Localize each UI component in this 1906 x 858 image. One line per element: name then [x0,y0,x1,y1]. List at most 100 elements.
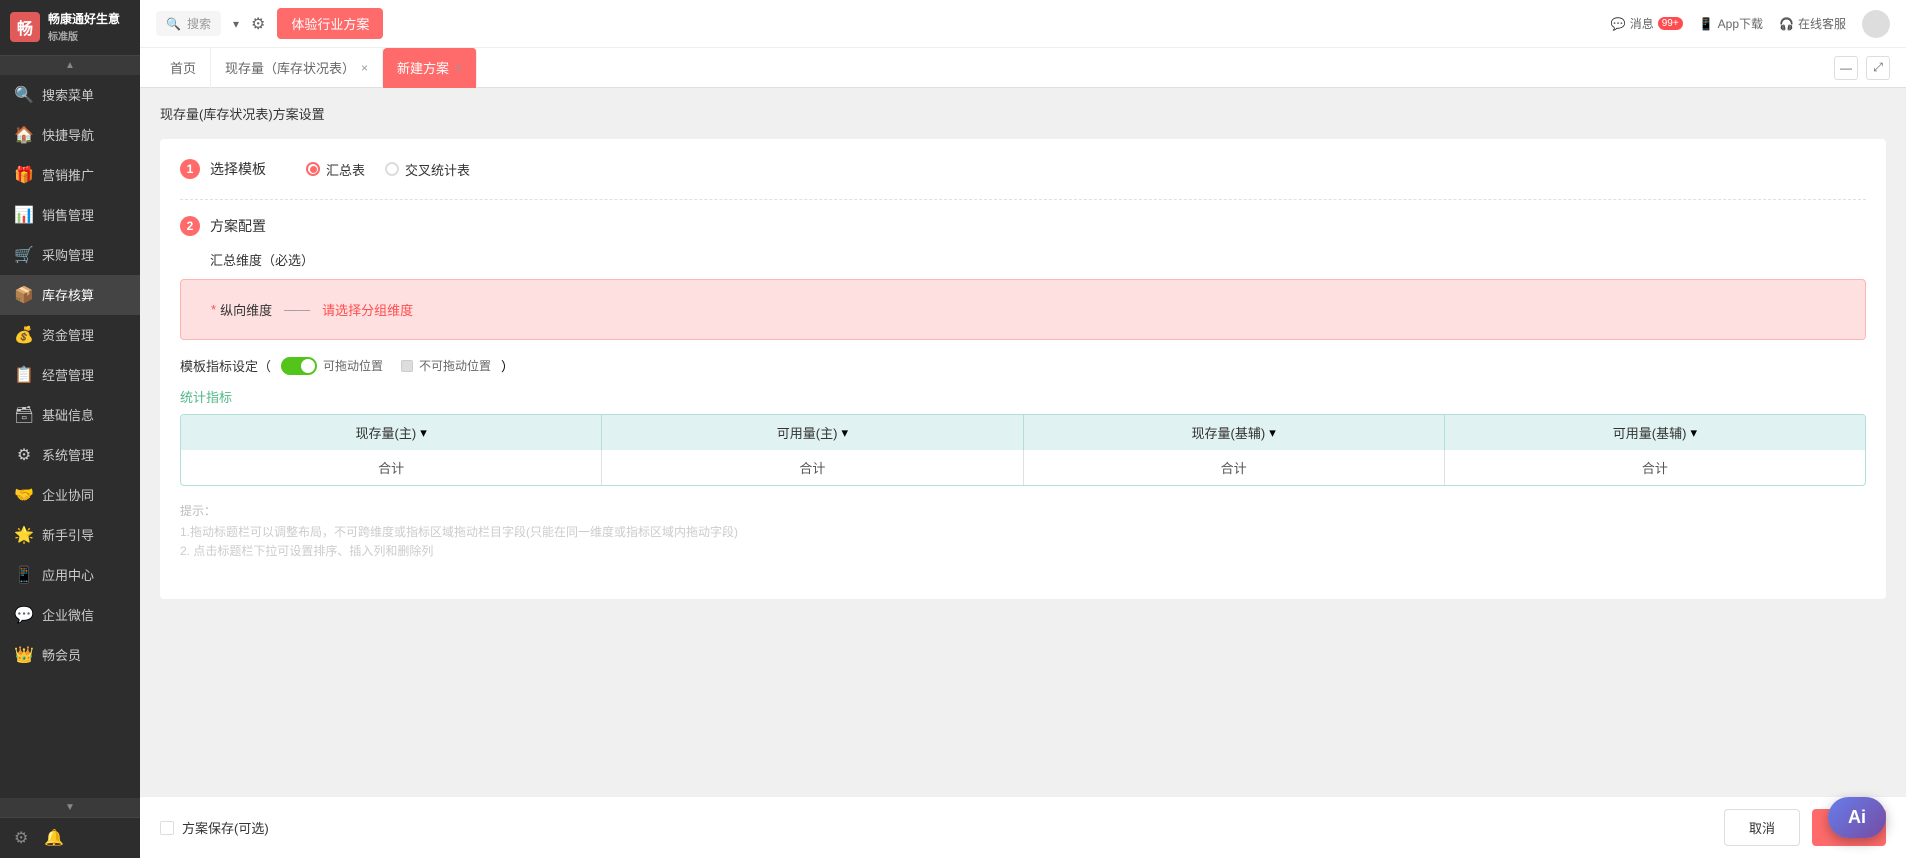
stat-col-1[interactable]: 可用量(主) ▾ [602,415,1023,450]
sidebar-item-system[interactable]: ⚙ 系统管理 [0,435,140,475]
stat-indicator-section: 统计指标 现存量(主) ▾ 可用量(主) ▾ [180,387,1866,486]
sidebar-item-inventory[interactable]: 📦 库存核算 [0,275,140,315]
sidebar-item-operations[interactable]: 📋 经营管理 [0,355,140,395]
indicator-header: 模板指标设定（ 可拖动位置 不可拖动位置 ） [180,356,1866,375]
star-icon: 🌟 [14,525,34,545]
chevron-down-icon-1: ▾ [841,425,848,441]
sidebar-item-sales[interactable]: 📊 销售管理 [0,195,140,235]
online-service-button[interactable]: 🎧 在线客服 [1779,15,1846,32]
section-num-2: 2 [180,216,200,236]
stat-col-0[interactable]: 现存量(主) ▾ [181,415,602,450]
dimension-dash: —— [284,302,310,317]
headset-icon: 🎧 [1779,17,1794,31]
save-option: 方案保存(可选) [160,818,269,837]
download-icon: 📱 [1699,17,1714,31]
trial-button[interactable]: 体验行业方案 [277,8,383,39]
content-area: 现存量(库存状况表)方案设置 1 选择模板 汇总表 交叉统计表 [140,88,1906,796]
indicator-closing: ） [501,356,514,375]
sidebar-scroll-down[interactable]: ▼ [0,798,140,817]
sidebar-item-finance[interactable]: 💰 资金管理 [0,315,140,355]
stat-col-3[interactable]: 可用量(基辅) ▾ [1445,415,1865,450]
save-checkbox[interactable] [160,821,174,835]
sidebar-item-label: 营销推广 [42,165,94,184]
online-service-label: 在线客服 [1798,15,1846,32]
cancel-button[interactable]: 取消 [1724,809,1800,846]
stat-col-1-label: 可用量(主) [777,423,838,442]
messages-badge: 99+ [1658,17,1683,30]
sidebar-item-quicknav[interactable]: 🏠 快捷导航 [0,115,140,155]
tab-inventory-close[interactable]: × [361,61,368,75]
main-area: 🔍 搜索 ▾ ⚙ 体验行业方案 💬 消息 99+ 📱 App下载 🎧 在线客服 [140,0,1906,858]
section-divider-1 [180,199,1866,200]
radio-crosstab-circle [385,162,399,176]
sidebar-item-weixin[interactable]: 💬 企业微信 [0,595,140,635]
stat-col-0-label: 现存量(主) [356,423,417,442]
stat-col-2[interactable]: 现存量(基辅) ▾ [1024,415,1445,450]
gift-icon: 🎁 [14,165,34,185]
stat-table-header: 现存量(主) ▾ 可用量(主) ▾ 现存量(基辅) ▾ [181,415,1865,450]
sidebar-nav: 🔍 搜索菜单 🏠 快捷导航 🎁 营销推广 📊 销售管理 🛒 采购管理 📦 库存核… [0,75,140,798]
tab-new-plan-close[interactable]: × [455,61,462,75]
dimension-box[interactable]: * 纵向维度 —— 请选择分组维度 [180,279,1866,340]
chat-icon: 💬 [14,605,34,625]
sidebar-item-label: 企业微信 [42,605,94,624]
sidebar-item-purchase[interactable]: 🛒 采购管理 [0,235,140,275]
topbar-dropdown[interactable]: ▾ [233,17,239,31]
sidebar-item-collab[interactable]: 🤝 企业协同 [0,475,140,515]
tab-new-plan[interactable]: 新建方案 × [383,48,477,88]
dimension-label: 汇总维度（必选） [210,250,1866,269]
hint-item-0-text: 1.拖动标题栏可以调整布局，不可跨维度或指标区域拖动栏目字段(只能在同一维度或指… [180,523,738,540]
tab-inventory[interactable]: 现存量（库存状况表） × [211,48,383,88]
footer: 方案保存(可选) 取消 查询 [140,796,1906,858]
clipboard-icon: 📋 [14,365,34,385]
non-draggable-indicator [401,360,413,372]
radio-crosstab[interactable]: 交叉统计表 [385,160,470,179]
template-radio-group: 汇总表 交叉统计表 [306,160,470,179]
topbar-right: 💬 消息 99+ 📱 App下载 🎧 在线客服 [1611,10,1890,38]
sidebar-item-label: 系统管理 [42,445,94,464]
sidebar: 畅 畅康通好生意 标准版 ▲ 🔍 搜索菜单 🏠 快捷导航 🎁 营销推广 📊 销售… [0,0,140,858]
app-download-button[interactable]: 📱 App下载 [1699,15,1763,32]
tab-new-plan-label: 新建方案 [397,58,449,77]
sidebar-bottom: ⚙ 🔔 [0,817,140,858]
app-name: 畅康通好生意 [48,12,120,28]
ai-bubble[interactable]: Ai [1828,797,1886,838]
tab-home[interactable]: 首页 [156,48,211,88]
chevron-down-icon-0: ▾ [420,425,427,441]
sidebar-item-newguide[interactable]: 🌟 新手引导 [0,515,140,555]
tab-bar: 首页 现存量（库存状况表） × 新建方案 × — ⤢ [140,48,1906,88]
message-icon: 💬 [1611,17,1626,31]
sidebar-item-label: 基础信息 [42,405,94,424]
tab-expand-button[interactable]: ⤢ [1866,56,1890,80]
sidebar-item-label: 应用中心 [42,565,94,584]
stat-cell-2: 合计 [1024,450,1445,485]
sidebar-item-marketing[interactable]: 🎁 营销推广 [0,155,140,195]
sidebar-item-appcenter[interactable]: 📱 应用中心 [0,555,140,595]
volume-icon[interactable]: 🔔 [44,828,64,848]
messages-button[interactable]: 💬 消息 99+ [1611,15,1683,32]
sidebar-item-label: 销售管理 [42,205,94,224]
template-section-header: 1 选择模板 汇总表 交叉统计表 [180,159,1866,179]
database-icon: 🗃 [14,405,34,425]
template-section: 1 选择模板 汇总表 交叉统计表 [180,159,1866,179]
settings-icon[interactable]: ⚙ [14,828,28,848]
topbar-gear-icon[interactable]: ⚙ [251,14,265,34]
sidebar-item-search[interactable]: 🔍 搜索菜单 [0,75,140,115]
stat-cell-0: 合计 [181,450,602,485]
hint-item-1: 2. 点击标题栏下拉可设置排序、插入列和删除列 [180,542,1866,559]
radio-summary[interactable]: 汇总表 [306,160,365,179]
sidebar-item-member[interactable]: 👑 畅会员 [0,635,140,675]
sidebar-scroll-up[interactable]: ▲ [0,56,140,75]
user-avatar[interactable] [1862,10,1890,38]
search-box[interactable]: 🔍 搜索 [156,11,221,36]
draggable-toggle[interactable] [281,357,317,375]
indicator-label: 模板指标设定（ [180,356,271,375]
stat-col-3-label: 可用量(基辅) [1613,423,1687,442]
radio-summary-circle [306,162,320,176]
money-icon: 💰 [14,325,34,345]
sidebar-item-basics[interactable]: 🗃 基础信息 [0,395,140,435]
gear-icon: ⚙ [14,445,34,465]
template-section-title: 选择模板 [210,159,266,179]
tab-minimize-button[interactable]: — [1834,56,1858,80]
handshake-icon: 🤝 [14,485,34,505]
